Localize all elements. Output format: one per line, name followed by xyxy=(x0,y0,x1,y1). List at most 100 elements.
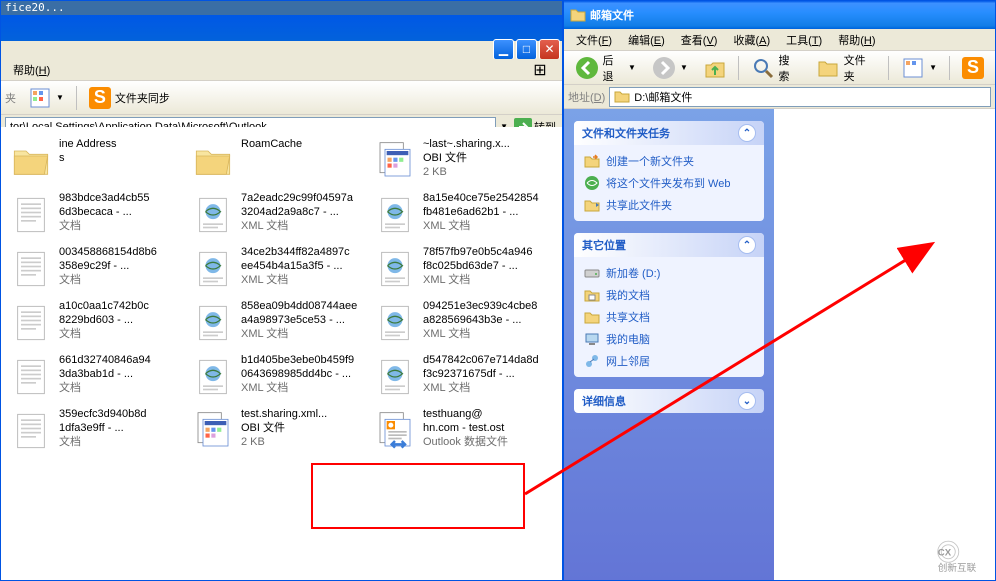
panel-header[interactable]: 详细信息⌄ xyxy=(574,389,764,413)
file-item[interactable]: 78f57fb97e0b5c4a946f8c025bd63de7 - ...XM… xyxy=(369,243,545,295)
file-item[interactable]: b1d405be3ebe0b459f90643698985dd4bc - ...… xyxy=(187,351,363,403)
other-places-panel: 其它位置⌃ 新加卷 (D:) 我的文档共享文档我的电脑网上邻居 xyxy=(574,233,764,377)
file-item[interactable]: 34ce2b344ff82a4897cee454b4a15a3f5 - ...X… xyxy=(187,243,363,295)
search-icon xyxy=(751,56,775,80)
close-button[interactable]: ✕ xyxy=(539,39,560,60)
panel-header[interactable]: 文件和文件夹任务⌃ xyxy=(574,121,764,145)
place-link[interactable]: 我的文档 xyxy=(584,287,754,303)
file-item[interactable]: 7a2eadc29c99f04597a3204ad2a9a8c7 - ...XM… xyxy=(187,189,363,241)
views-button[interactable]: ▼ xyxy=(894,52,944,84)
left-title-fragment: fice20... xyxy=(1,1,562,15)
panel-header[interactable]: 其它位置⌃ xyxy=(574,233,764,257)
sync-icon: S xyxy=(962,57,984,79)
file-item[interactable]: 858ea09b4dd08744aeea4a98973e5ce53 - ...X… xyxy=(187,297,363,349)
panel-body: 创建一个新文件夹将这个文件夹发布到 Web 共享此文件夹 xyxy=(574,145,764,221)
views-button[interactable]: ▼ xyxy=(21,82,71,114)
address-input[interactable]: D:\邮箱文件 xyxy=(609,87,991,107)
file-item[interactable]: 8a15e40ce75e2542854fb481e6ad62b1 - ...XM… xyxy=(369,189,545,241)
menu-favorites[interactable]: 收藏(A) xyxy=(725,30,778,50)
network-icon xyxy=(584,353,600,369)
file-item[interactable]: 661d32740846a943da3bab1d - ...文档 xyxy=(5,351,181,403)
file-icon xyxy=(7,245,55,293)
place-link[interactable]: 共享文档 xyxy=(584,309,754,325)
file-icon xyxy=(7,407,55,455)
menu-help[interactable]: 帮助(H) xyxy=(830,30,883,50)
minimize-button[interactable]: ▁ xyxy=(493,39,514,60)
collapse-icon[interactable]: ⌃ xyxy=(738,124,756,142)
file-item[interactable]: ~last~.sharing.x...OBI 文件2 KB xyxy=(369,135,545,187)
file-info: ~last~.sharing.x...OBI 文件2 KB xyxy=(423,137,543,185)
menu-help[interactable]: 帮助(H) xyxy=(5,60,58,80)
file-item[interactable]: a10c0aa1c742b0c8229bd603 - ...文档 xyxy=(5,297,181,349)
file-meta: XML 文档 xyxy=(241,327,361,341)
menu-file[interactable]: 文件(F) xyxy=(568,30,620,50)
search-button[interactable]: 搜索 xyxy=(744,48,807,88)
extra-s-button[interactable]: S xyxy=(955,53,991,83)
file-icon xyxy=(189,245,237,293)
file-name: RoamCache xyxy=(241,137,361,151)
place-link[interactable]: 网上邻居 xyxy=(584,353,754,369)
file-info: 359ecfc3d940b8d1dfa3e9ff - ...文档 xyxy=(59,407,179,455)
menu-tools[interactable]: 工具(T) xyxy=(778,30,830,50)
place-link[interactable]: 新加卷 (D:) xyxy=(584,265,754,281)
file-name: 858ea09b4dd08744aee xyxy=(241,299,361,313)
place-link-label: 新加卷 (D:) xyxy=(606,265,660,281)
back-button[interactable]: 后退 ▼ xyxy=(568,48,643,88)
watermark-logo: CX 创新互联 xyxy=(922,537,992,577)
views-icon xyxy=(901,56,925,80)
file-icon xyxy=(7,299,55,347)
toolbar-separator xyxy=(949,56,950,80)
expand-icon[interactable]: ⌄ xyxy=(738,392,756,410)
task-link[interactable]: 创建一个新文件夹 xyxy=(584,153,754,169)
file-icon xyxy=(7,191,55,239)
sync-button[interactable]: S文件夹同步 xyxy=(82,83,177,113)
menu-edit[interactable]: 编辑(E) xyxy=(620,30,673,50)
up-button[interactable] xyxy=(697,53,733,83)
file-name: testhuang@ xyxy=(423,407,543,421)
file-info: 8a15e40ce75e2542854fb481e6ad62b1 - ...XM… xyxy=(423,191,543,239)
file-info: 78f57fb97e0b5c4a946f8c025bd63de7 - ...XM… xyxy=(423,245,543,293)
file-meta: 文档 xyxy=(59,273,179,287)
file-item[interactable]: test.sharing.xml...OBI 文件2 KB xyxy=(187,405,363,457)
task-link[interactable]: 将这个文件夹发布到 Web xyxy=(584,175,754,191)
file-name-2: 0643698985dd4bc - ... xyxy=(241,367,361,381)
file-item[interactable]: 094251e3ec939c4cbe8a828569643b3e - ...XM… xyxy=(369,297,545,349)
file-meta: XML 文档 xyxy=(241,219,361,233)
mydocs-icon xyxy=(584,287,600,303)
file-item[interactable]: RoamCache xyxy=(187,135,363,187)
file-name-2: 3204ad2a9a8c7 - ... xyxy=(241,205,361,219)
file-meta: 文档 xyxy=(59,381,179,395)
collapse-icon[interactable]: ⌃ xyxy=(738,236,756,254)
place-link-label: 共享文档 xyxy=(606,309,650,325)
file-item[interactable]: d547842c067e714da8df3c92371675df - ...XM… xyxy=(369,351,545,403)
menu-view[interactable]: 查看(V) xyxy=(673,30,726,50)
file-name: 34ce2b344ff82a4897c xyxy=(241,245,361,259)
right-toolbar: 后退 ▼ ▼ 搜索 文件夹 ▼ S xyxy=(564,51,995,85)
file-name-2: 358e9c29f - ... xyxy=(59,259,179,273)
place-link[interactable]: 我的电脑 xyxy=(584,331,754,347)
file-info: d547842c067e714da8df3c92371675df - ...XM… xyxy=(423,353,543,401)
file-name: ~last~.sharing.x... xyxy=(423,137,543,151)
file-icon xyxy=(371,353,419,401)
file-item[interactable]: testhuang@hn.com - test.ostOutlook 数据文件 xyxy=(369,405,545,457)
file-item[interactable]: 983bdce3ad4cb556d3becaca - ...文档 xyxy=(5,189,181,241)
folders-button[interactable]: 文件夹 xyxy=(809,48,883,88)
file-name-2: OBI 文件 xyxy=(241,421,361,435)
maximize-button[interactable]: □ xyxy=(516,39,537,60)
file-icon xyxy=(7,137,55,185)
dropdown-icon: ▼ xyxy=(680,63,688,72)
file-name: 78f57fb97e0b5c4a946 xyxy=(423,245,543,259)
file-name: 8a15e40ce75e2542854 xyxy=(423,191,543,205)
file-meta: XML 文档 xyxy=(423,273,543,287)
file-name-2: OBI 文件 xyxy=(423,151,543,165)
file-item[interactable]: ine Addresss xyxy=(5,135,181,187)
task-link[interactable]: 共享此文件夹 xyxy=(584,197,754,213)
mycomputer-icon xyxy=(584,331,600,347)
file-meta: XML 文档 xyxy=(241,273,361,287)
file-item[interactable]: 359ecfc3d940b8d1dfa3e9ff - ...文档 xyxy=(5,405,181,457)
file-name-2: a4a98973e5ce53 - ... xyxy=(241,313,361,327)
file-name: a10c0aa1c742b0c xyxy=(59,299,179,313)
file-item[interactable]: 003458868154d8b6358e9c29f - ...文档 xyxy=(5,243,181,295)
forward-button[interactable]: ▼ xyxy=(645,52,695,84)
right-content-pane: 文件和文件夹任务⌃ 创建一个新文件夹将这个文件夹发布到 Web 共享此文件夹 其它… xyxy=(564,109,995,580)
